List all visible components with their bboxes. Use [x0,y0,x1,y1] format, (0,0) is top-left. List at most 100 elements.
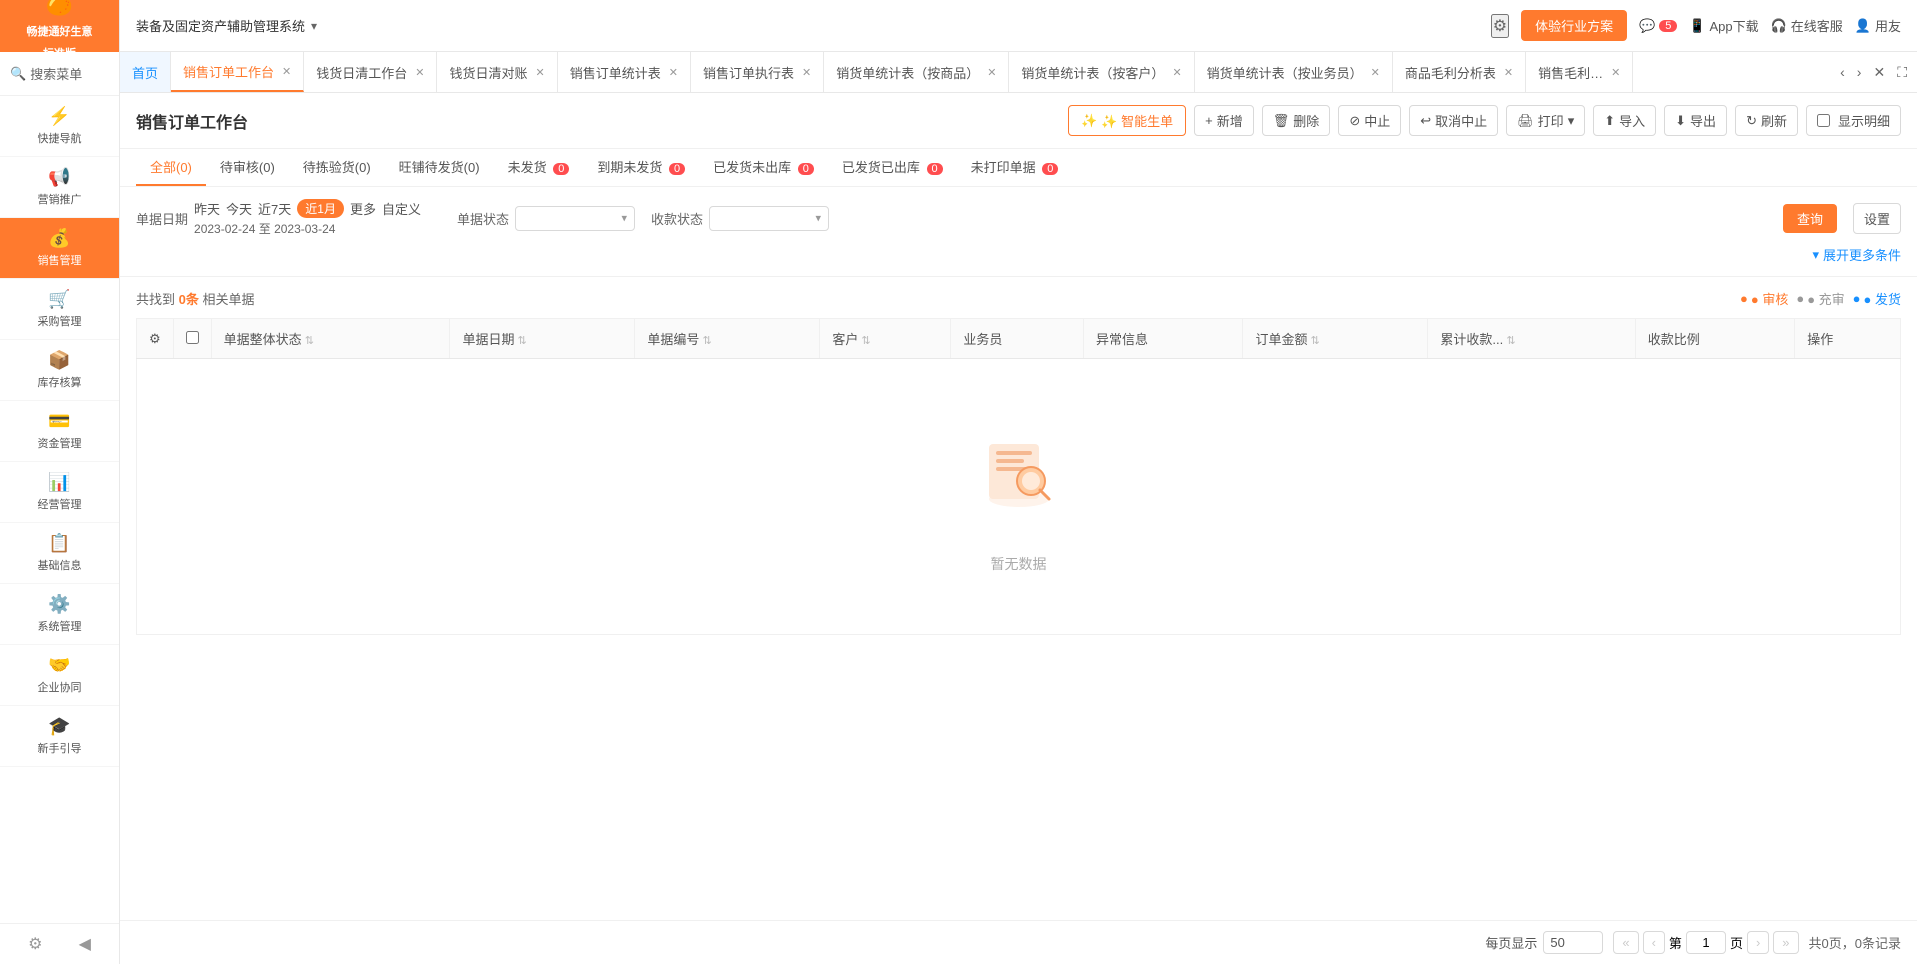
tab-sales-more[interactable]: 销售毛利… ✕ [1526,52,1633,92]
print-button[interactable]: 🖨 打印 ▾ [1506,105,1585,136]
last-page-button[interactable]: » [1773,931,1798,954]
sidebar-item-sales[interactable]: 💰 销售管理 [0,218,119,279]
industry-solution-button[interactable]: 体验行业方案 [1521,10,1627,41]
tabs-prev-button[interactable]: ‹ [1836,62,1849,82]
tabs-next-button[interactable]: › [1853,62,1866,82]
tab-close-button[interactable]: ✕ [282,65,291,78]
search-menu-button[interactable]: 🔍 搜索菜单 [6,60,113,87]
sidebar-collapse-button[interactable]: ◀ [79,934,91,954]
import-button[interactable]: ⬆ 导入 [1593,105,1656,136]
topbar-settings-button[interactable]: ⚙ [1491,14,1509,38]
col-received[interactable]: 累计收款... [1428,319,1635,359]
refresh-button[interactable]: ↻ 刷新 [1735,105,1798,136]
date-opt-7days[interactable]: 近7天 [258,199,291,218]
tab-close-button[interactable]: ✕ [1371,66,1380,79]
prev-page-button[interactable]: ‹ [1643,931,1665,954]
sidebar-item-system[interactable]: ⚙️ 系统管理 [0,584,119,645]
smart-generate-button[interactable]: ✨ ✨ 智能生单 [1068,105,1186,136]
select-all-checkbox[interactable] [186,331,199,344]
tab-close-button[interactable]: ✕ [987,66,996,79]
tab-sales-stats[interactable]: 销售订单统计表 ✕ [558,52,691,92]
sidebar-item-operations[interactable]: 📊 经营管理 [0,462,119,523]
col-staff[interactable]: 业务员 [951,319,1084,359]
tab-close-button[interactable]: ✕ [1172,66,1181,79]
show-detail-toggle[interactable]: 显示明细 [1806,105,1901,136]
sub-tab-pending-audit[interactable]: 待审核(0) [206,149,289,186]
payment-select[interactable] [709,206,829,231]
sub-tab-not-printed[interactable]: 未打印单据 0 [957,149,1073,186]
per-page-select[interactable]: 10 20 50 100 [1543,931,1603,954]
tab-close-button[interactable]: ✕ [802,66,811,79]
message-button[interactable]: 💬 5 [1639,18,1677,34]
tab-close-button[interactable]: ✕ [669,66,678,79]
online-service-button[interactable]: 🎧 在线客服 [1771,16,1843,35]
sub-tab-all[interactable]: 全部(0) [136,149,206,186]
tab-sales-summary-customer[interactable]: 销货单统计表（按客户） ✕ [1009,52,1194,92]
col-customer[interactable]: 客户 [820,319,951,359]
sub-tab-wangpu-ship[interactable]: 旺铺待发货(0) [385,149,494,186]
tabs-fullscreen-button[interactable]: ⛶ [1893,62,1911,83]
sub-tab-overdue-unshipped[interactable]: 到期未发货 0 [583,149,699,186]
tab-sales-summary-product[interactable]: 销货单统计表（按商品） ✕ [824,52,1009,92]
tab-label: 销售订单统计表 [570,63,661,82]
tab-sales-workbench[interactable]: 销售订单工作台 ✕ [171,52,304,92]
delete-button[interactable]: 🗑 删除 [1262,105,1331,136]
stop-icon: ⊘ [1349,113,1360,129]
sub-tab-pending-inspect[interactable]: 待拣验货(0) [289,149,385,186]
sidebar-item-purchase[interactable]: 🛒 采购管理 [0,279,119,340]
user-button[interactable]: 👤 用友 [1855,16,1901,35]
sub-tab-shipped-not-out[interactable]: 已发货未出库 0 [699,149,828,186]
col-status[interactable]: 单据整体状态 [211,319,450,359]
pagination: 每页显示 10 20 50 100 « ‹ 第 页 › » [120,920,1917,964]
sidebar-item-marketing[interactable]: 📢 营销推广 [0,157,119,218]
sidebar-item-collab[interactable]: 🤝 企业协同 [0,645,119,706]
quick-approve-button[interactable]: ● ● 审核 [1740,289,1788,308]
export-button[interactable]: ⬇ 导出 [1664,105,1727,136]
cancel-stop-button[interactable]: ↩ 取消中止 [1409,105,1498,136]
date-opt-1month[interactable]: 近1月 [297,199,344,218]
status-select[interactable] [515,206,635,231]
date-opt-yesterday[interactable]: 昨天 [194,199,220,218]
tab-close-button[interactable]: ✕ [536,66,545,79]
system-title-dropdown[interactable]: ▾ [311,19,317,33]
tab-sales-summary-staff[interactable]: 销货单统计表（按业务员） ✕ [1195,52,1393,92]
tab-cash-daily[interactable]: 钱货日清工作台 ✕ [304,52,437,92]
col-date[interactable]: 单据日期 [450,319,635,359]
show-detail-checkbox[interactable] [1817,114,1830,127]
tab-close-button[interactable]: ✕ [1611,66,1620,79]
tab-home[interactable]: 首页 [120,52,171,92]
col-number[interactable]: 单据编号 [635,319,820,359]
home-tab-label: 首页 [132,63,158,82]
sub-tab-shipped-out[interactable]: 已发货已出库 0 [828,149,957,186]
quick-ship-button[interactable]: ● ● 发货 [1853,289,1901,308]
app-download-button[interactable]: 📱 App下载 [1689,16,1758,35]
tabs-close-all-button[interactable]: ✕ [1869,62,1889,83]
date-opt-more[interactable]: 更多 [350,199,376,218]
sidebar-item-quick-nav[interactable]: ⚡ 快捷导航 [0,96,119,157]
tab-gross-profit[interactable]: 商品毛利分析表 ✕ [1393,52,1526,92]
tab-close-button[interactable]: ✕ [1504,66,1513,79]
add-button[interactable]: + 新增 [1194,105,1254,136]
sidebar-item-inventory[interactable]: 📦 库存核算 [0,340,119,401]
col-amount[interactable]: 订单金额 [1243,319,1428,359]
stop-button[interactable]: ⊘ 中止 [1338,105,1401,136]
first-page-button[interactable]: « [1613,931,1638,954]
query-button[interactable]: 查询 [1783,204,1837,233]
sidebar-item-finance[interactable]: 💳 资金管理 [0,401,119,462]
quick-nav-icon: ⚡ [48,106,70,127]
tab-close-button[interactable]: ✕ [415,66,424,79]
filter-settings-button[interactable]: 设置 [1853,203,1901,234]
date-opt-today[interactable]: 今天 [226,199,252,218]
expand-filter-button[interactable]: ▾ 展开更多条件 [1812,245,1901,264]
page-number-input[interactable] [1686,931,1726,954]
sidebar-item-basic-info[interactable]: 📋 基础信息 [0,523,119,584]
tab-cash-reconcile[interactable]: 钱货日清对账 ✕ [437,52,557,92]
sidebar-item-newbie[interactable]: 🎓 新手引导 [0,706,119,767]
tab-sales-exec[interactable]: 销售订单执行表 ✕ [691,52,824,92]
quick-cancel-approve-button[interactable]: ● ● 充审 [1796,289,1844,308]
col-settings[interactable]: ⚙ [137,319,174,359]
sidebar-settings-button[interactable]: ⚙ [28,934,42,954]
sub-tab-unshipped[interactable]: 未发货 0 [494,149,584,186]
next-page-button[interactable]: › [1747,931,1769,954]
date-opt-custom[interactable]: 自定义 [382,199,421,218]
